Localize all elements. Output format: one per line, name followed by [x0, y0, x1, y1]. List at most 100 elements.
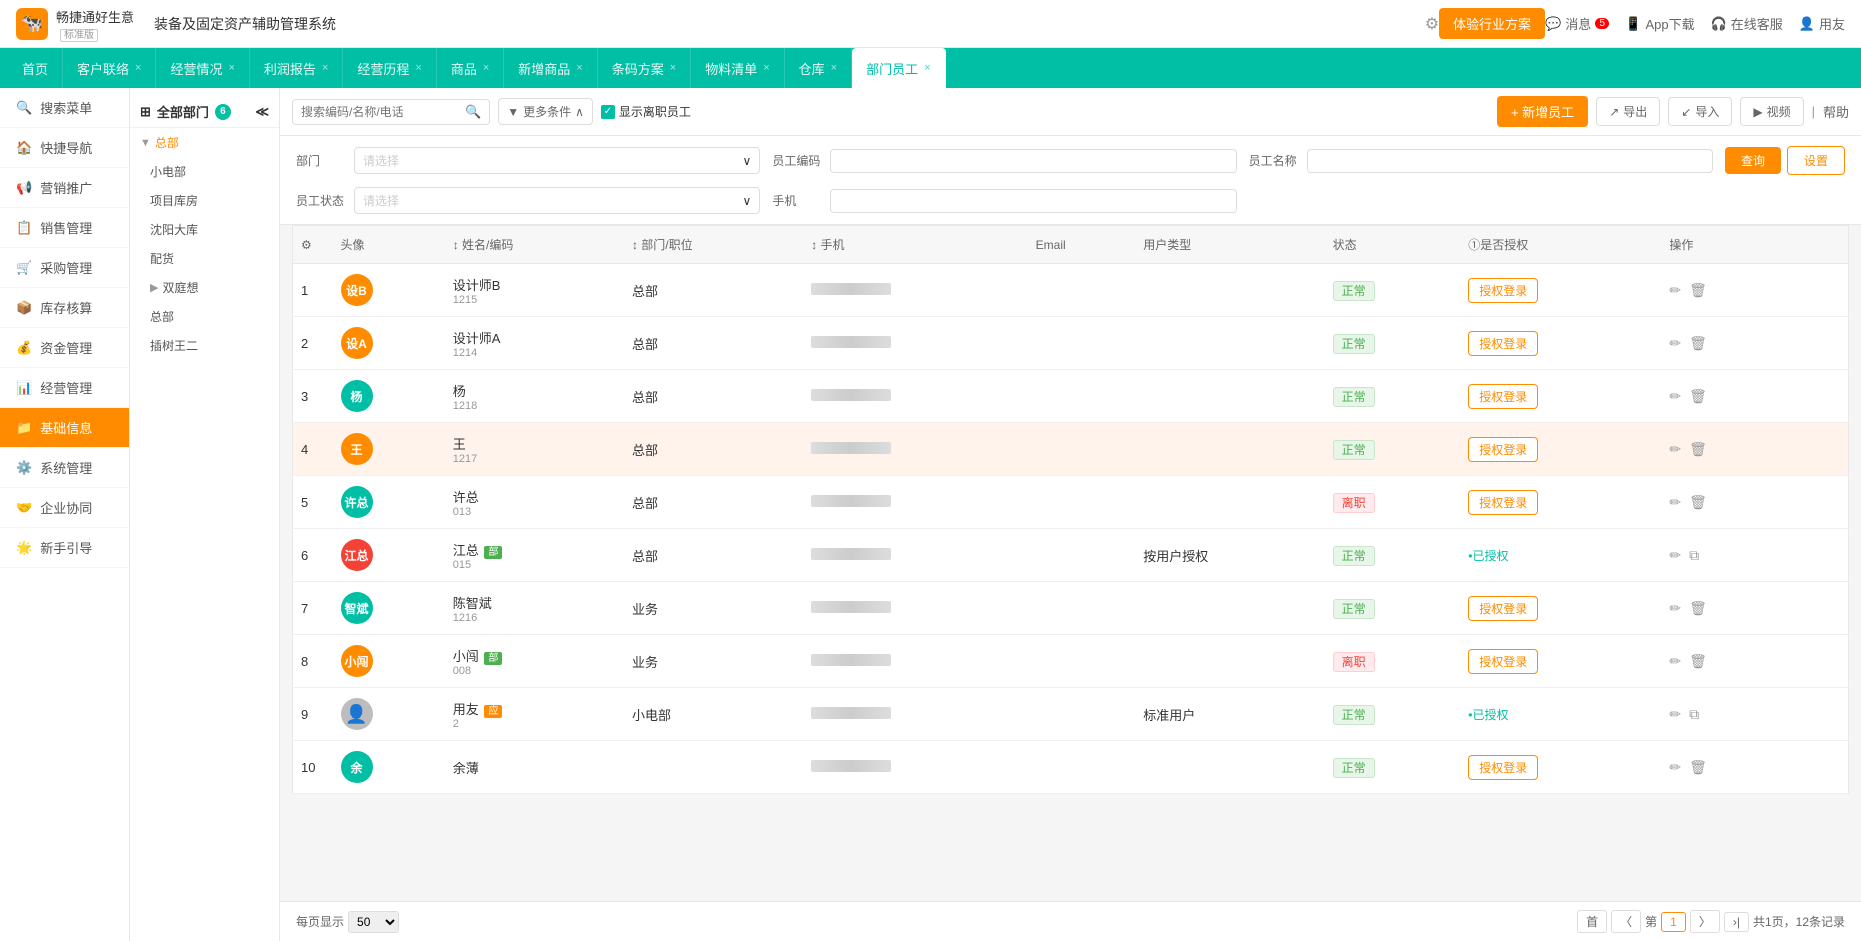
- employee-code-input[interactable]: [830, 149, 1236, 173]
- dept-tree-item-planting[interactable]: 插树王二: [130, 331, 279, 360]
- sidebar-item-guide[interactable]: 🌟 新手引导: [0, 528, 129, 568]
- user-button[interactable]: 👤 用友: [1799, 14, 1845, 33]
- edit-icon[interactable]: ✏: [1669, 600, 1681, 617]
- col-settings[interactable]: ⚙: [293, 226, 333, 264]
- first-page-button[interactable]: 首: [1577, 910, 1607, 933]
- message-button[interactable]: 💬 消息 5: [1545, 14, 1609, 33]
- dept-tree-item-general[interactable]: ▼ 总部: [130, 128, 279, 157]
- auth-button[interactable]: 授权登录: [1468, 596, 1538, 621]
- close-icon[interactable]: ×: [483, 62, 489, 74]
- edit-icon[interactable]: ✏: [1669, 388, 1681, 405]
- sidebar-item-basic-info[interactable]: 📁 基础信息: [0, 408, 129, 448]
- close-icon[interactable]: ×: [322, 62, 328, 74]
- app-download-button[interactable]: 📱 App下载: [1625, 14, 1694, 33]
- auth-button[interactable]: 授权登录: [1468, 490, 1538, 515]
- delete-icon[interactable]: 🗑: [1689, 759, 1707, 776]
- tab-warehouse[interactable]: 仓库 ×: [785, 48, 852, 88]
- new-employee-button[interactable]: + 新增员工: [1497, 96, 1588, 127]
- delete-icon[interactable]: 🗑: [1689, 441, 1707, 458]
- tab-business[interactable]: 经营情况 ×: [156, 48, 249, 88]
- auth-button[interactable]: 授权登录: [1468, 437, 1538, 462]
- gear-icon[interactable]: ⚙: [1425, 14, 1439, 34]
- set-button[interactable]: 设置: [1787, 146, 1845, 175]
- edit-icon[interactable]: ✏: [1669, 653, 1681, 670]
- tab-barcode[interactable]: 条码方案 ×: [598, 48, 691, 88]
- last-page-button[interactable]: ›|: [1724, 912, 1749, 932]
- tab-goods[interactable]: 商品 ×: [437, 48, 504, 88]
- sidebar-item-finance[interactable]: 💰 资金管理: [0, 328, 129, 368]
- edit-icon[interactable]: ✏: [1669, 335, 1681, 352]
- dept-select[interactable]: 请选择 ∨: [354, 147, 760, 174]
- tab-material[interactable]: 物料清单 ×: [691, 48, 784, 88]
- close-icon[interactable]: ×: [763, 62, 769, 74]
- auth-button[interactable]: 授权登录: [1468, 649, 1538, 674]
- tab-home[interactable]: 首页: [8, 48, 63, 88]
- close-icon[interactable]: ×: [670, 62, 676, 74]
- search-button[interactable]: 查询: [1725, 147, 1781, 174]
- prev-page-button[interactable]: 〈: [1611, 910, 1641, 933]
- collapse-icon[interactable]: ≪: [255, 104, 269, 120]
- delete-icon[interactable]: 🗑: [1689, 388, 1707, 405]
- view-button[interactable]: ▶ 视频: [1740, 97, 1803, 126]
- import-button[interactable]: ↙ 导入: [1668, 97, 1732, 126]
- export-button[interactable]: ↗ 导出: [1596, 97, 1660, 126]
- sidebar-item-search-menu[interactable]: 🔍 搜索菜单: [0, 88, 129, 128]
- copy-icon[interactable]: ⧉: [1689, 706, 1699, 723]
- tree-toggle-icon[interactable]: ▼: [140, 137, 151, 149]
- dept-tree-item-general2[interactable]: 总部: [130, 302, 279, 331]
- edit-icon[interactable]: ✏: [1669, 441, 1681, 458]
- dept-tree-item-shenyang[interactable]: 沈阳大库: [130, 215, 279, 244]
- tab-profit[interactable]: 利润报告 ×: [250, 48, 343, 88]
- edit-icon[interactable]: ✏: [1669, 282, 1681, 299]
- sidebar-item-system[interactable]: ⚙️ 系统管理: [0, 448, 129, 488]
- show-resigned-toggle[interactable]: ✓ 显示离职员工: [601, 103, 691, 120]
- dept-tree-item-project-house[interactable]: 项目库房: [130, 186, 279, 215]
- sidebar-item-inventory[interactable]: 📦 库存核算: [0, 288, 129, 328]
- col-phone[interactable]: ↕ 手机: [803, 226, 1027, 264]
- close-icon[interactable]: ×: [135, 62, 141, 74]
- delete-icon[interactable]: 🗑: [1689, 653, 1707, 670]
- tab-customer[interactable]: 客户联络 ×: [63, 48, 156, 88]
- sidebar-item-enterprise[interactable]: 🤝 企业协同: [0, 488, 129, 528]
- help-button[interactable]: 帮助: [1823, 102, 1849, 121]
- more-filter-button[interactable]: ▼ 更多条件 ∧: [498, 98, 593, 125]
- col-name[interactable]: ↕ 姓名/编码: [445, 226, 624, 264]
- delete-icon[interactable]: 🗑: [1689, 282, 1707, 299]
- close-icon[interactable]: ×: [576, 62, 582, 74]
- edit-icon[interactable]: ✏: [1669, 547, 1681, 564]
- dept-tree-item-distribution[interactable]: 配货: [130, 244, 279, 273]
- tab-department[interactable]: 部门员工 ×: [852, 48, 945, 88]
- status-select[interactable]: 请选择 ∨: [354, 187, 760, 214]
- auth-button[interactable]: 授权登录: [1468, 384, 1538, 409]
- dept-tree-item-double-dream[interactable]: ▶ 双庭想: [130, 273, 279, 302]
- auth-button[interactable]: 授权登录: [1468, 331, 1538, 356]
- sidebar-item-sales[interactable]: 📋 销售管理: [0, 208, 129, 248]
- close-icon[interactable]: ×: [831, 62, 837, 74]
- delete-icon[interactable]: 🗑: [1689, 335, 1707, 352]
- edit-icon[interactable]: ✏: [1669, 494, 1681, 511]
- close-icon[interactable]: ×: [228, 62, 234, 74]
- edit-icon[interactable]: ✏: [1669, 706, 1681, 723]
- phone-input[interactable]: [830, 189, 1236, 213]
- sidebar-item-purchase[interactable]: 🛒 采购管理: [0, 248, 129, 288]
- dept-tree-item-small-elec[interactable]: 小电部: [130, 157, 279, 186]
- edit-icon[interactable]: ✏: [1669, 759, 1681, 776]
- tab-history[interactable]: 经营历程 ×: [343, 48, 436, 88]
- sidebar-item-marketing[interactable]: 📢 营销推广: [0, 168, 129, 208]
- delete-icon[interactable]: 🗑: [1689, 600, 1707, 617]
- page-size-select[interactable]: 50 100 200: [348, 911, 399, 933]
- trial-button[interactable]: 体验行业方案: [1439, 8, 1545, 39]
- delete-icon[interactable]: 🗑: [1689, 494, 1707, 511]
- sidebar-item-quick-nav[interactable]: 🏠 快捷导航: [0, 128, 129, 168]
- search-input[interactable]: [301, 105, 461, 119]
- tree-toggle-icon[interactable]: ▶: [150, 281, 158, 294]
- copy-icon[interactable]: ⧉: [1689, 547, 1699, 564]
- employee-name-input[interactable]: [1307, 149, 1713, 173]
- close-icon[interactable]: ×: [415, 62, 421, 74]
- tab-new-goods[interactable]: 新增商品 ×: [504, 48, 597, 88]
- auth-button[interactable]: 授权登录: [1468, 278, 1538, 303]
- auth-button[interactable]: 授权登录: [1468, 755, 1538, 780]
- close-icon[interactable]: ×: [924, 62, 930, 74]
- sidebar-item-operation[interactable]: 📊 经营管理: [0, 368, 129, 408]
- next-page-button[interactable]: 〉: [1690, 910, 1720, 933]
